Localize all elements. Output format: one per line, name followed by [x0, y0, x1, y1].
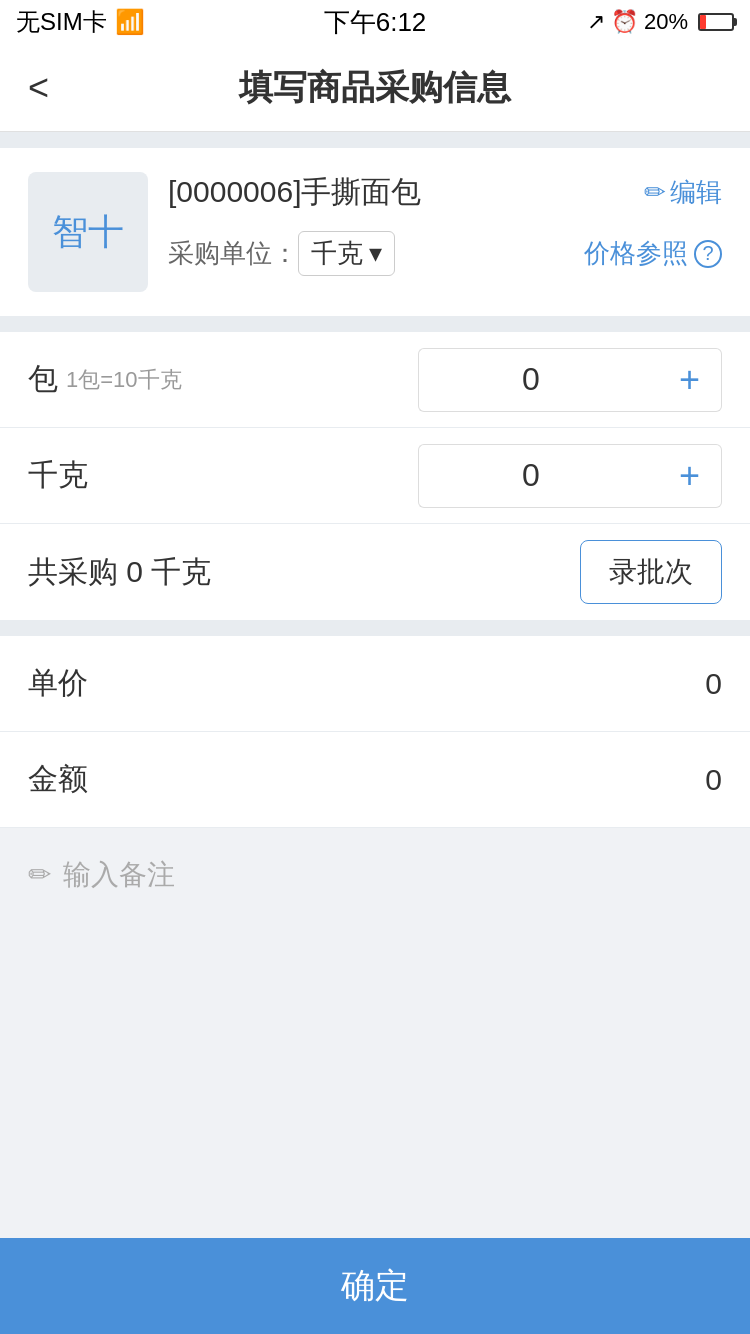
section-separator-top: [0, 132, 750, 148]
bao-sublabel: 1包=10千克: [66, 365, 182, 395]
edit-icon: ✏: [644, 177, 666, 208]
edit-button[interactable]: ✏ 编辑: [644, 175, 722, 210]
status-bar: 无SIM卡 📶 下午6:12 ↗ ⏰ 20%: [0, 0, 750, 44]
summary-row: 共采购 0 千克 录批次: [0, 524, 750, 620]
battery-fill: [700, 15, 706, 29]
page-title: 填写商品采购信息: [239, 65, 511, 111]
amount-value: 0: [705, 763, 722, 797]
confirm-label: 确定: [341, 1263, 409, 1309]
chevron-down-icon: ▾: [369, 238, 382, 269]
status-time: 下午6:12: [324, 5, 427, 40]
bao-quantity-input[interactable]: [418, 348, 658, 412]
kg-label: 千克: [28, 455, 88, 496]
location-icon: ↗: [587, 9, 605, 35]
kg-quantity-input[interactable]: [418, 444, 658, 508]
battery-percent: 20%: [644, 9, 688, 35]
amount-label: 金额: [28, 759, 88, 800]
carrier-label: 无SIM卡: [16, 6, 107, 38]
bao-plus-button[interactable]: +: [658, 348, 722, 412]
bao-input-group: +: [418, 348, 722, 412]
kg-plus-button[interactable]: +: [658, 444, 722, 508]
input-section: 包 1包=10千克 + 千克 +: [0, 332, 750, 524]
price-row: 单价 0: [0, 636, 750, 732]
bao-label: 包: [28, 359, 58, 400]
detail-section: 单价 0 金额 0: [0, 636, 750, 828]
price-reference-button[interactable]: 价格参照 ?: [584, 236, 722, 271]
status-bar-left: 无SIM卡 📶: [16, 6, 145, 38]
unit-value: 千克: [311, 236, 363, 271]
alarm-icon: ⏰: [611, 9, 638, 35]
status-bar-right: ↗ ⏰ 20%: [587, 9, 734, 35]
unit-label: 采购单位：: [168, 236, 298, 271]
batch-button[interactable]: 录批次: [580, 540, 722, 604]
price-value: 0: [705, 667, 722, 701]
bao-input-row: 包 1包=10千克 +: [0, 332, 750, 428]
nav-bar: < 填写商品采购信息: [0, 44, 750, 132]
section-separator-2: [0, 620, 750, 636]
confirm-button[interactable]: 确定: [0, 1238, 750, 1334]
product-thumbnail: 智十: [28, 172, 148, 292]
product-unit-row: 采购单位： 千克 ▾ 价格参照 ?: [168, 231, 722, 276]
unit-select[interactable]: 千克 ▾: [298, 231, 395, 276]
amount-row: 金额 0: [0, 732, 750, 828]
product-name: [0000006]手撕面包: [168, 172, 421, 213]
summary-text: 共采购 0 千克: [28, 552, 211, 593]
product-card: 智十 [0000006]手撕面包 ✏ 编辑 采购单位： 千克 ▾ 价格参照 ?: [0, 148, 750, 316]
kg-input-group: +: [418, 444, 722, 508]
edit-label: 编辑: [670, 175, 722, 210]
product-title-row: [0000006]手撕面包 ✏ 编辑: [168, 172, 722, 213]
wifi-icon: 📶: [115, 8, 145, 36]
kg-input-row: 千克 +: [0, 428, 750, 524]
battery-icon: [698, 13, 734, 31]
price-ref-label: 价格参照: [584, 236, 688, 271]
price-label: 单价: [28, 663, 88, 704]
product-logo: 智十: [52, 208, 124, 257]
unit-selector-group: 采购单位： 千克 ▾: [168, 231, 395, 276]
remark-input[interactable]: 输入备注: [63, 856, 175, 894]
back-button[interactable]: <: [28, 67, 49, 109]
section-separator-1: [0, 316, 750, 332]
help-icon: ?: [694, 240, 722, 268]
product-info: [0000006]手撕面包 ✏ 编辑 采购单位： 千克 ▾ 价格参照 ?: [168, 172, 722, 276]
remark-section[interactable]: ✏ 输入备注: [0, 828, 750, 948]
pencil-icon: ✏: [28, 858, 51, 891]
